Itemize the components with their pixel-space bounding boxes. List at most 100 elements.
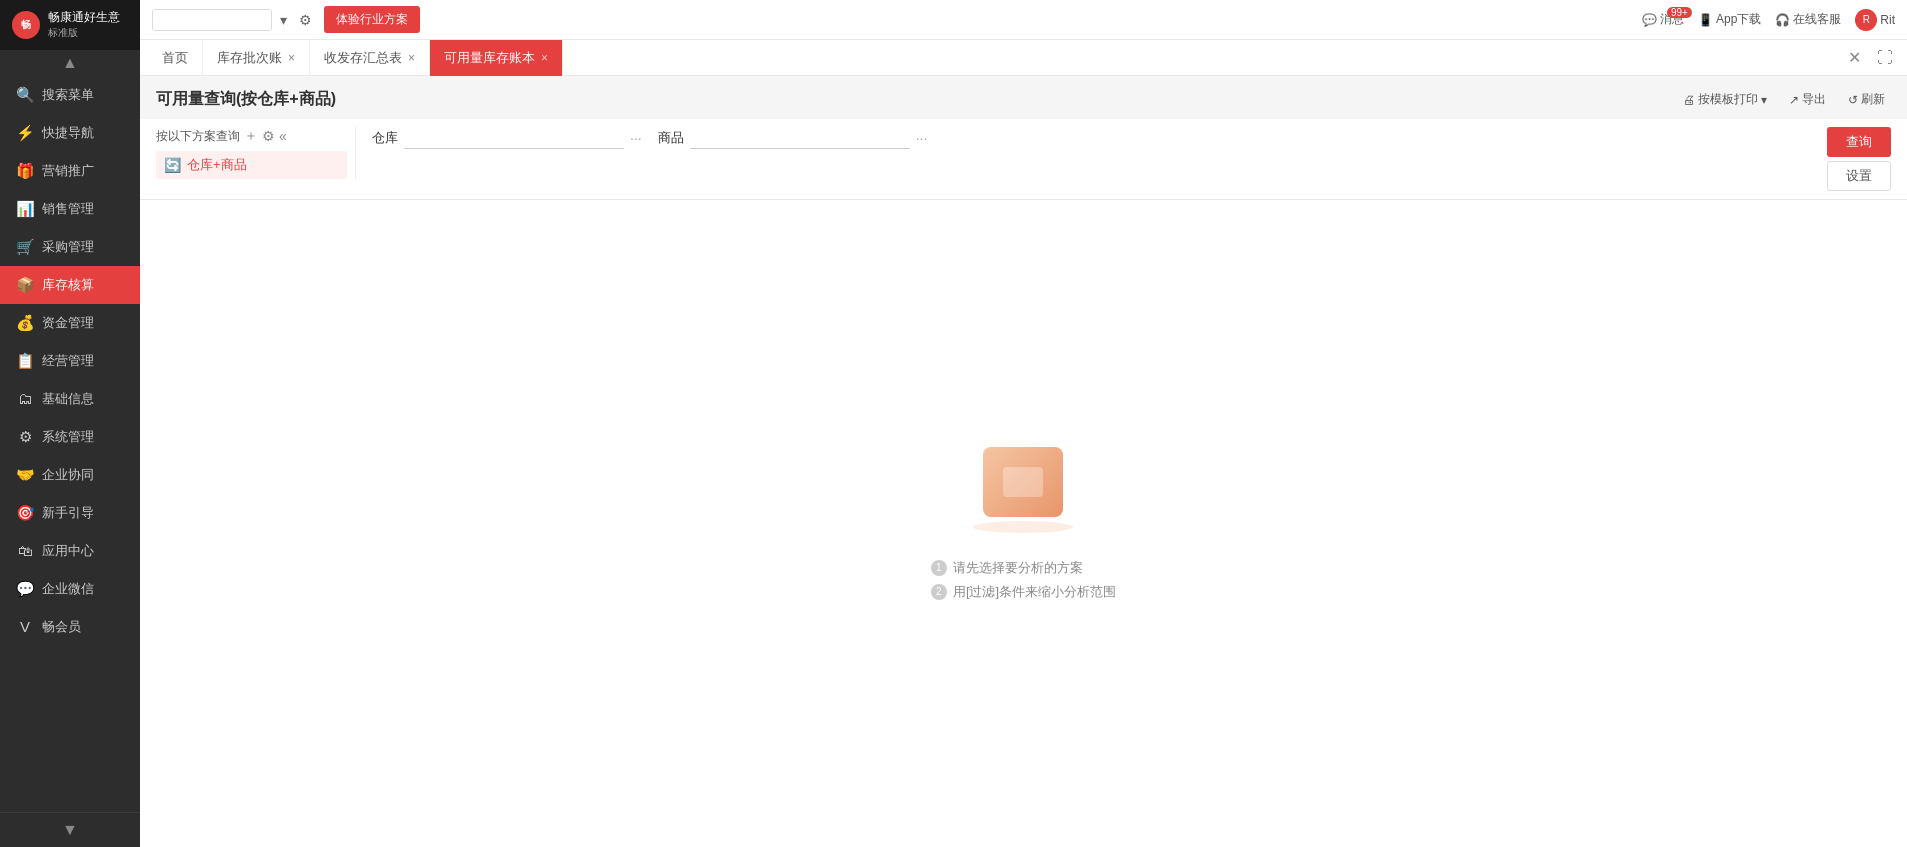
sidebar-item-vip[interactable]: V 畅会员	[0, 608, 140, 646]
msg-badge: 99+	[1667, 7, 1692, 18]
sidebar-icon-enterprise: 🤝	[16, 466, 34, 484]
query-btn[interactable]: 查询	[1827, 127, 1891, 157]
sidebar-item-inventory[interactable]: 📦 库存核算	[0, 266, 140, 304]
sidebar-item-purchase[interactable]: 🛒 采购管理	[0, 228, 140, 266]
service-label: 在线客服	[1793, 11, 1841, 28]
print-btn[interactable]: 🖨 按模板打印 ▾	[1677, 88, 1773, 111]
app-name: 畅康通好生意	[48, 10, 120, 26]
empty-icon-wrap	[963, 447, 1083, 547]
tab-batch-label: 库存批次账	[217, 49, 282, 67]
topbar-dropdown-btn[interactable]: ▾	[276, 10, 291, 30]
sidebar-item-enterprise[interactable]: 🤝 企业协同	[0, 456, 140, 494]
sidebar-label-inventory: 库存核算	[42, 276, 94, 294]
sidebar-label-purchase: 采购管理	[42, 238, 94, 256]
tab-available[interactable]: 可用量库存账本 ×	[430, 40, 563, 76]
tab-available-close[interactable]: ×	[541, 51, 548, 65]
sidebar-item-wechat[interactable]: 💬 企业微信	[0, 570, 140, 608]
topbar-service[interactable]: 🎧 在线客服	[1775, 11, 1841, 28]
msg-icon: 💬	[1642, 13, 1657, 27]
refresh-icon: ↺	[1848, 93, 1858, 107]
sidebar-icon-basic: 🗂	[16, 390, 34, 407]
topbar-search-group: ▾ ⚙	[152, 9, 316, 31]
sidebar-label-basic: 基础信息	[42, 390, 94, 408]
scheme-header: 按以下方案查询 ＋ ⚙ «	[156, 127, 347, 145]
sidebar-label-marketing: 营销推广	[42, 162, 94, 180]
sidebar-icon-purchase: 🛒	[16, 238, 34, 256]
scheme-item-warehouse-goods[interactable]: 🔄 仓库+商品	[156, 151, 347, 179]
sidebar-icon-wechat: 💬	[16, 580, 34, 598]
robot-shadow	[973, 521, 1073, 533]
warehouse-label: 仓库	[372, 129, 398, 147]
page-title: 可用量查询(按仓库+商品)	[156, 89, 336, 110]
goods-label: 商品	[658, 129, 684, 147]
sidebar-icon-operation: 📋	[16, 352, 34, 370]
sidebar-item-search[interactable]: 🔍 搜索菜单	[0, 76, 140, 114]
tab-batch[interactable]: 库存批次账 ×	[203, 40, 310, 76]
sidebar-label-finance: 资金管理	[42, 314, 94, 332]
sidebar-icon-system: ⚙	[16, 428, 34, 446]
tab-collect-label: 收发存汇总表	[324, 49, 402, 67]
warehouse-input[interactable]	[404, 127, 624, 149]
sidebar-item-system[interactable]: ⚙ 系统管理	[0, 418, 140, 456]
tab-collect-close[interactable]: ×	[408, 51, 415, 65]
scheme-edit-btn[interactable]: ⚙	[262, 128, 275, 144]
topbar-app-download[interactable]: 📱 App下载	[1698, 11, 1761, 28]
sidebar-icon-marketing: 🎁	[16, 162, 34, 180]
scheme-collapse-btn[interactable]: «	[279, 128, 287, 144]
export-label: 导出	[1802, 91, 1826, 108]
user-avatar: R	[1855, 9, 1877, 31]
industry-btn[interactable]: 体验行业方案	[324, 6, 420, 33]
sidebar-icon-shortcut: ⚡	[16, 124, 34, 142]
sidebar-icon-inventory: 📦	[16, 276, 34, 294]
sidebar-item-finance[interactable]: 💰 资金管理	[0, 304, 140, 342]
warehouse-more-btn[interactable]: ···	[630, 130, 642, 146]
tip-num-2: 2	[931, 584, 947, 600]
sidebar-item-appstore[interactable]: 🛍 应用中心	[0, 532, 140, 570]
sidebar-scroll-up[interactable]: ▲	[0, 50, 140, 76]
topbar-search-input[interactable]	[152, 9, 272, 31]
sidebar-icon-newbie: 🎯	[16, 504, 34, 522]
query-field-goods: 商品 ···	[658, 127, 928, 149]
sidebar-label-shortcut: 快捷导航	[42, 124, 94, 142]
empty-state: 1 请先选择要分析的方案 2 用[过滤]条件来缩小分析范围	[931, 447, 1116, 601]
scheme-header-label: 按以下方案查询	[156, 128, 240, 145]
sidebar-item-shortcut[interactable]: ⚡ 快捷导航	[0, 114, 140, 152]
service-icon: 🎧	[1775, 13, 1790, 27]
sidebar-label-wechat: 企业微信	[42, 580, 94, 598]
export-btn[interactable]: ↗ 导出	[1783, 88, 1832, 111]
topbar-user[interactable]: R Rit	[1855, 9, 1895, 31]
sidebar-label-enterprise: 企业协同	[42, 466, 94, 484]
sidebar-item-newbie[interactable]: 🎯 新手引导	[0, 494, 140, 532]
sidebar-icon-finance: 💰	[16, 314, 34, 332]
tab-home-label: 首页	[162, 49, 188, 67]
refresh-btn[interactable]: ↺ 刷新	[1842, 88, 1891, 111]
sidebar-scroll-down[interactable]: ▼	[0, 812, 140, 847]
topbar: ▾ ⚙ 体验行业方案 💬 消息 99+ 📱 App下载 🎧 在线客服 R Rit	[140, 0, 1907, 40]
sidebar-item-marketing[interactable]: 🎁 营销推广	[0, 152, 140, 190]
tab-home[interactable]: 首页	[148, 40, 203, 76]
tab-maximize-btn[interactable]: ⛶	[1871, 47, 1899, 69]
sidebar-item-basic[interactable]: 🗂 基础信息	[0, 380, 140, 418]
tip-text-2: 用[过滤]条件来缩小分析范围	[953, 583, 1116, 601]
goods-more-btn[interactable]: ···	[916, 130, 928, 146]
query-scheme-panel: 按以下方案查询 ＋ ⚙ « 🔄 仓库+商品	[156, 127, 356, 179]
tab-collect[interactable]: 收发存汇总表 ×	[310, 40, 430, 76]
settings-btn[interactable]: 设置	[1827, 161, 1891, 191]
tab-close-btn[interactable]: ✕	[1842, 46, 1867, 69]
sidebar-item-sales[interactable]: 📊 销售管理	[0, 190, 140, 228]
empty-tip-1: 1 请先选择要分析的方案	[931, 559, 1116, 577]
empty-tips: 1 请先选择要分析的方案 2 用[过滤]条件来缩小分析范围	[931, 559, 1116, 601]
sidebar-header: 畅 畅康通好生意 标准版	[0, 0, 140, 50]
topbar-settings-btn[interactable]: ⚙	[295, 10, 316, 30]
page-actions: 🖨 按模板打印 ▾ ↗ 导出 ↺ 刷新	[1677, 88, 1891, 111]
scheme-add-btn[interactable]: ＋	[244, 127, 258, 145]
sidebar-label-system: 系统管理	[42, 428, 94, 446]
sidebar-label-operation: 经营管理	[42, 352, 94, 370]
sidebar-item-operation[interactable]: 📋 经营管理	[0, 342, 140, 380]
main-area: ▾ ⚙ 体验行业方案 💬 消息 99+ 📱 App下载 🎧 在线客服 R Rit	[140, 0, 1907, 847]
topbar-msg[interactable]: 💬 消息 99+	[1642, 11, 1684, 28]
sidebar-label-sales: 销售管理	[42, 200, 94, 218]
sidebar: 畅 畅康通好生意 标准版 ▲ 🔍 搜索菜单 ⚡ 快捷导航 🎁 营销推广 📊 销售…	[0, 0, 140, 847]
goods-input[interactable]	[690, 127, 910, 149]
tab-batch-close[interactable]: ×	[288, 51, 295, 65]
